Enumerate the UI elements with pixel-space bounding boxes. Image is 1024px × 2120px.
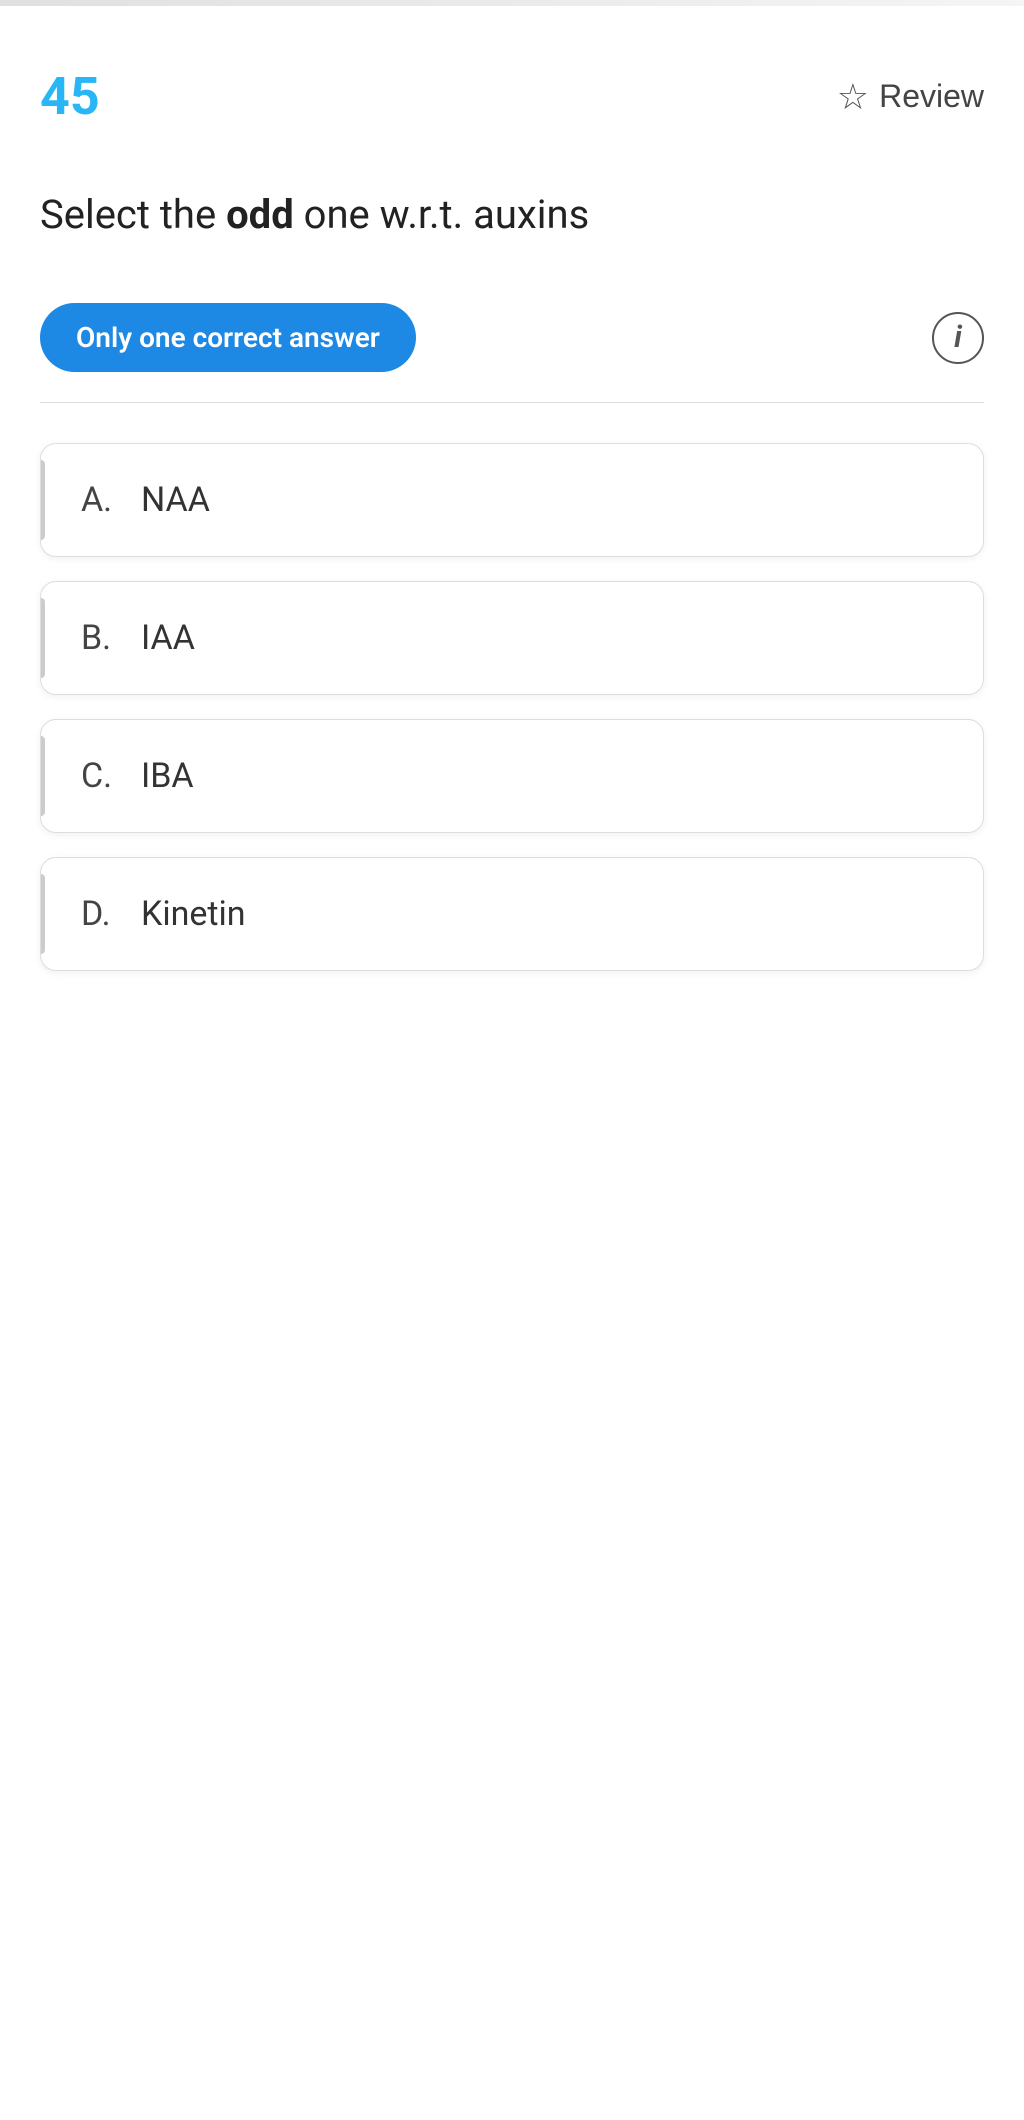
divider (40, 402, 984, 403)
option-c-label: C. (81, 756, 141, 796)
option-d[interactable]: D. Kinetin (40, 857, 984, 971)
question-text: Select the odd one w.r.t. auxins (40, 187, 984, 243)
option-d-label: D. (81, 894, 141, 934)
question-suffix: one w.r.t. auxins (294, 191, 590, 238)
main-container: 45 ☆ Review Select the odd one w.r.t. au… (0, 6, 1024, 1011)
option-a[interactable]: A. NAA (40, 443, 984, 557)
header: 45 ☆ Review (40, 66, 984, 127)
star-icon: ☆ (837, 79, 869, 115)
question-number: 45 (40, 66, 100, 127)
answer-type-row: Only one correct answer i (40, 303, 984, 372)
question-prefix: Select the (40, 191, 226, 238)
option-a-text: NAA (141, 480, 210, 520)
answer-type-badge: Only one correct answer (40, 303, 416, 372)
option-b[interactable]: B. IAA (40, 581, 984, 695)
option-b-label: B. (81, 618, 141, 658)
question-bold: odd (226, 191, 294, 238)
option-a-label: A. (81, 480, 141, 520)
review-label: Review (879, 78, 984, 115)
option-c-text: IBA (141, 756, 194, 796)
options-container: A. NAA B. IAA C. IBA D. Kinetin (40, 443, 984, 971)
review-button[interactable]: ☆ Review (837, 78, 984, 115)
option-d-text: Kinetin (141, 894, 246, 934)
option-b-text: IAA (141, 618, 195, 658)
info-icon[interactable]: i (932, 312, 984, 364)
option-c[interactable]: C. IBA (40, 719, 984, 833)
